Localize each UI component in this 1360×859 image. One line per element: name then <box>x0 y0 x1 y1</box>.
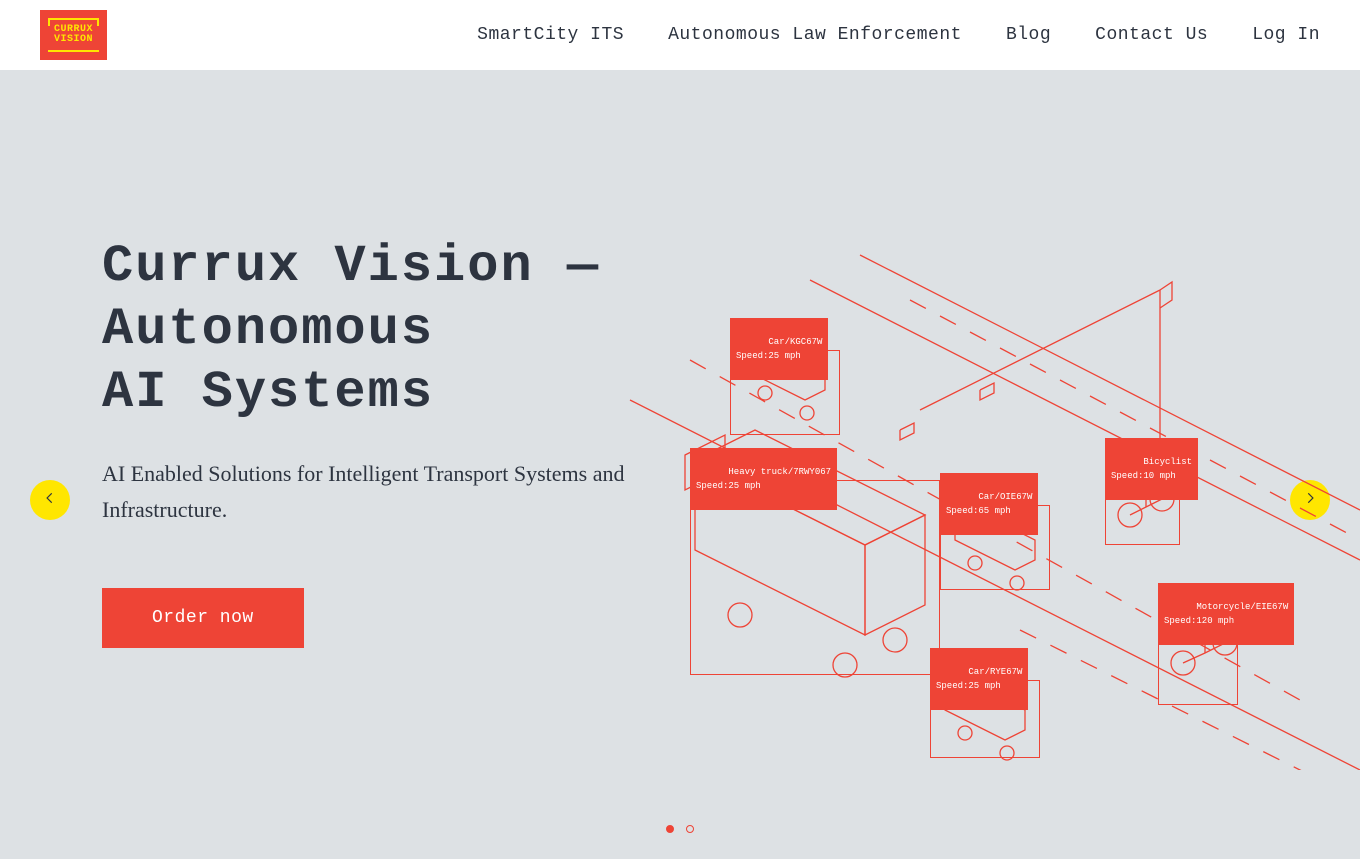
nav-autonomous-law-enforcement[interactable]: Autonomous Law Enforcement <box>668 25 962 45</box>
hero-content: Currux Vision — Autonomous AI Systems AI… <box>102 235 662 648</box>
carousel-dots <box>666 825 694 833</box>
carousel-prev-button[interactable] <box>30 480 70 520</box>
chevron-left-icon <box>43 491 57 510</box>
logo[interactable]: CURRUX VISION <box>40 10 107 60</box>
carousel-dot-2[interactable] <box>686 825 694 833</box>
detection-label: Car/RYE67WSpeed:25 mph <box>930 648 1028 710</box>
nav-contact-us[interactable]: Contact Us <box>1095 25 1208 45</box>
site-header: CURRUX VISION SmartCity ITS Autonomous L… <box>0 0 1360 70</box>
primary-nav: SmartCity ITS Autonomous Law Enforcement… <box>477 25 1320 45</box>
detection-label: Heavy truck/7RWY067Speed:25 mph <box>690 448 837 510</box>
hero-title: Currux Vision — Autonomous AI Systems <box>102 235 662 424</box>
detection-label: Car/KGC67WSpeed:25 mph <box>730 318 828 380</box>
nav-smartcity-its[interactable]: SmartCity ITS <box>477 25 624 45</box>
detection-label: Car/OIE67WSpeed:65 mph <box>940 473 1038 535</box>
logo-text: CURRUX VISION <box>54 25 93 45</box>
nav-log-in[interactable]: Log In <box>1252 25 1320 45</box>
detection-label: BicyclistSpeed:10 mph <box>1105 438 1198 500</box>
detection-label: Motorcycle/EIE67WSpeed:120 mph <box>1158 583 1294 645</box>
hero-section: Currux Vision — Autonomous AI Systems AI… <box>0 70 1360 859</box>
carousel-dot-1[interactable] <box>666 825 674 833</box>
order-now-button[interactable]: Order now <box>102 588 304 648</box>
hero-subtitle: AI Enabled Solutions for Intelligent Tra… <box>102 456 662 528</box>
hero-illustration: Car/KGC67WSpeed:25 mph Heavy truck/7RWY0… <box>600 210 1360 770</box>
nav-blog[interactable]: Blog <box>1006 25 1051 45</box>
